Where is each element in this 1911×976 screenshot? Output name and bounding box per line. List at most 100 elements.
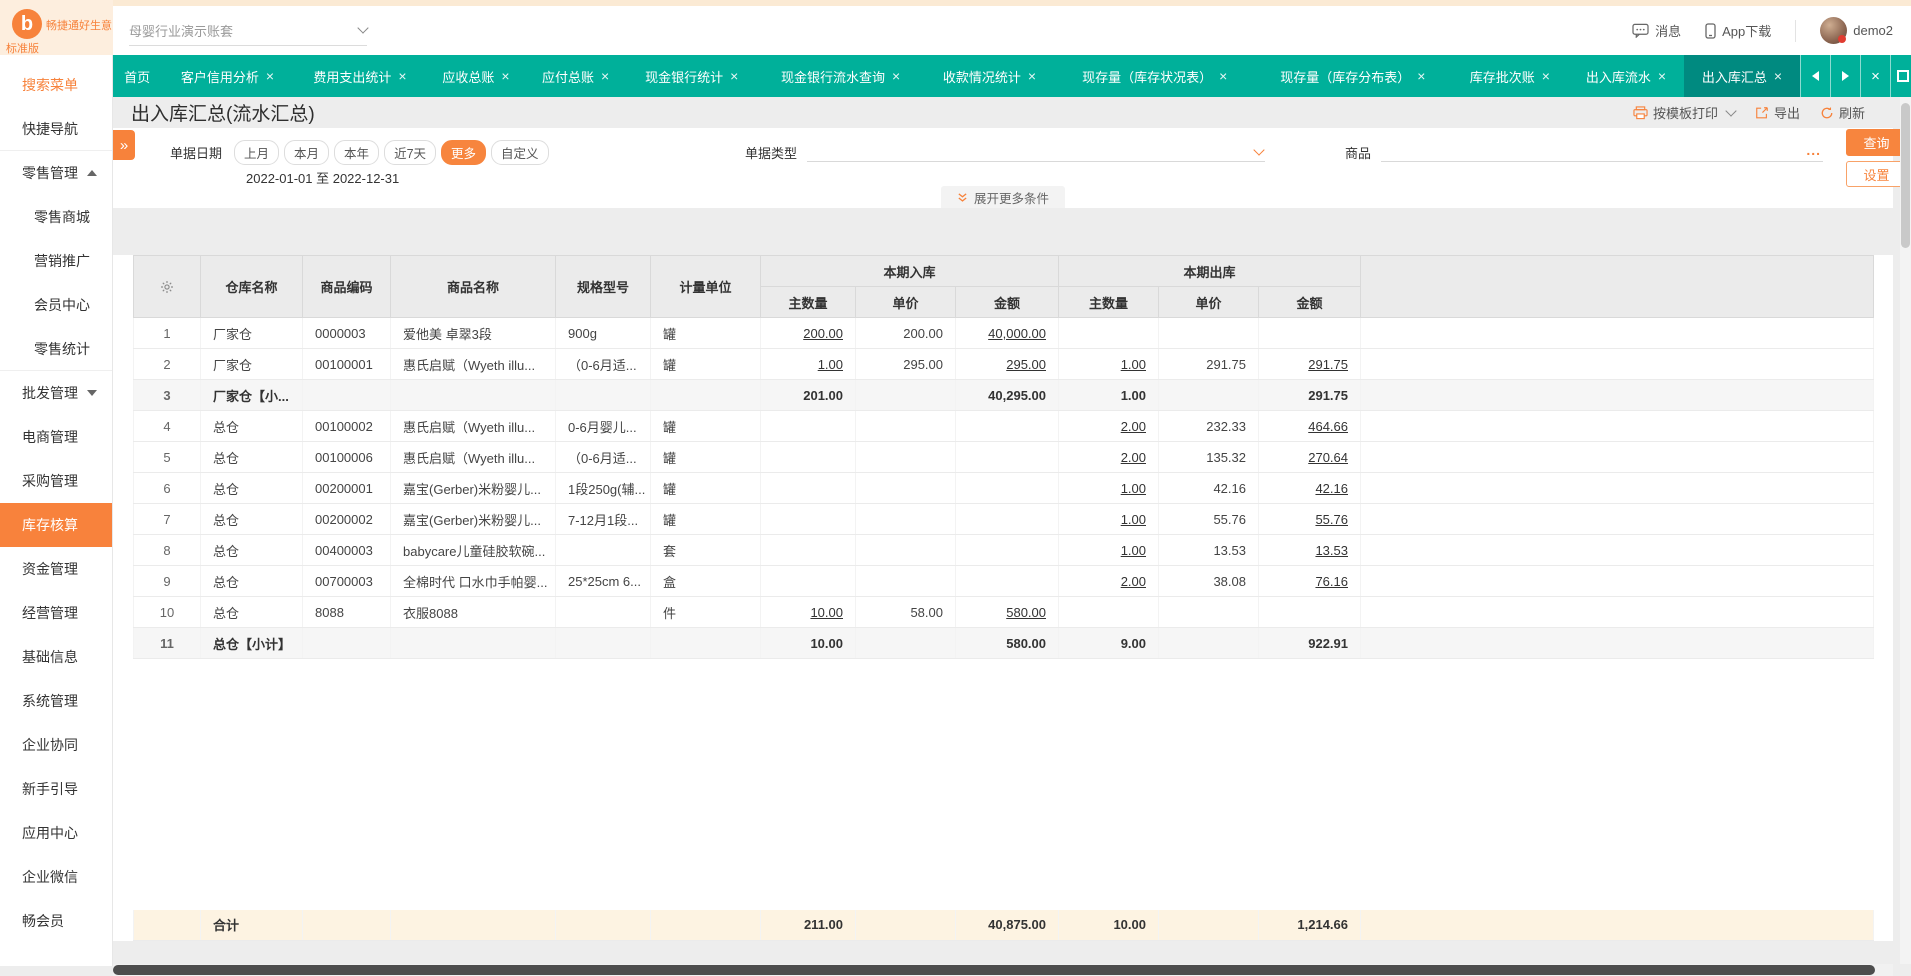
- tab-close-icon[interactable]: ×: [1542, 68, 1550, 84]
- drill-down-link[interactable]: 40,000.00: [988, 326, 1046, 341]
- table-row-subtotal[interactable]: 3 厂家仓【小... 201.00 40,295.00 1.00 291.75: [133, 379, 1874, 411]
- vertical-scrollbar-thumb[interactable]: [1901, 103, 1910, 248]
- drill-down-link[interactable]: 2.00: [1121, 450, 1146, 465]
- ellipsis-picker-icon[interactable]: ...: [1806, 142, 1821, 158]
- sidebar-item[interactable]: 畅会员: [0, 899, 112, 943]
- doc-type-input[interactable]: [807, 140, 1265, 162]
- tab-item[interactable]: 收款情况统计 ×: [923, 55, 1055, 97]
- sidebar-item[interactable]: 快捷导航: [0, 107, 112, 151]
- drill-down-link[interactable]: 2.00: [1121, 419, 1146, 434]
- tab-close-icon[interactable]: ×: [601, 68, 609, 84]
- tabs-scroll-left-button[interactable]: [1800, 55, 1830, 97]
- tabs-fullscreen-button[interactable]: [1890, 55, 1911, 97]
- tab-item[interactable]: 应付总账 ×: [526, 55, 626, 97]
- horizontal-scrollbar-thumb[interactable]: [113, 965, 1875, 975]
- tab-close-icon[interactable]: ×: [1417, 68, 1425, 84]
- table-row[interactable]: 7 总仓 00200002 嘉宝(Gerber)米粉婴儿... 7-12月1段... 罐 1…: [133, 503, 1874, 535]
- tab-item[interactable]: 现存量（库存状况表） ×: [1056, 55, 1254, 97]
- refresh-button[interactable]: 刷新: [1820, 103, 1865, 122]
- date-range-value[interactable]: 2022-01-01 至 2022-12-31: [246, 168, 554, 187]
- tab-close-icon[interactable]: ×: [501, 68, 509, 84]
- vertical-scrollbar[interactable]: [1900, 97, 1911, 964]
- sidebar-item[interactable]: 基础信息: [0, 635, 112, 679]
- drill-down-link[interactable]: 1.00: [818, 357, 843, 372]
- tab-item[interactable]: 现存量（库存分布表） ×: [1254, 55, 1452, 97]
- date-pill[interactable]: 自定义: [491, 140, 549, 165]
- sidebar-item[interactable]: 新手引导: [0, 767, 112, 811]
- sidebar-item[interactable]: 搜索菜单: [0, 63, 112, 107]
- drill-down-link[interactable]: 2.00: [1121, 574, 1146, 589]
- sidebar-item[interactable]: 零售管理: [0, 151, 112, 195]
- sidebar-item[interactable]: 零售商城: [0, 195, 112, 239]
- sidebar-item[interactable]: 企业协同: [0, 723, 112, 767]
- horizontal-scrollbar[interactable]: [113, 964, 1893, 976]
- sidebar-item[interactable]: 企业微信: [0, 855, 112, 899]
- sidebar-item[interactable]: 库存核算: [0, 503, 112, 547]
- sidebar-item[interactable]: 会员中心: [0, 283, 112, 327]
- tabs-close-button[interactable]: ×: [1860, 55, 1890, 97]
- sidebar-item[interactable]: 批发管理: [0, 371, 112, 415]
- drill-down-link[interactable]: 1.00: [1121, 512, 1146, 527]
- table-row[interactable]: 10 总仓 8088 衣服8088 件 10.00 58.00 580.00: [133, 596, 1874, 628]
- drill-down-link[interactable]: 464.66: [1308, 419, 1348, 434]
- table-row[interactable]: 6 总仓 00200001 嘉宝(Gerber)米粉婴儿... 1段250g(辅... 罐…: [133, 472, 1874, 504]
- tab-item[interactable]: 费用支出统计 ×: [294, 55, 426, 97]
- table-row[interactable]: 2 厂家仓 00100001 惠氏启赋（Wyeth illu... （0-6月适... 罐…: [133, 348, 1874, 380]
- column-settings-header[interactable]: [133, 255, 201, 318]
- date-pill[interactable]: 本年: [334, 140, 380, 165]
- search-button[interactable]: 查询: [1846, 129, 1907, 156]
- drill-down-link[interactable]: 42.16: [1315, 481, 1348, 496]
- date-pill[interactable]: 本月: [284, 140, 330, 165]
- tab-item[interactable]: 出入库流水 ×: [1568, 55, 1684, 97]
- table-row[interactable]: 5 总仓 00100006 惠氏启赋（Wyeth illu... （0-6月适... 罐 2…: [133, 441, 1874, 473]
- table-row[interactable]: 4 总仓 00100002 惠氏启赋（Wyeth illu... 0-6月婴儿... 罐 2…: [133, 410, 1874, 442]
- tabs-scroll-right-button[interactable]: [1830, 55, 1860, 97]
- drill-down-link[interactable]: 1.00: [1121, 543, 1146, 558]
- tab-close-icon[interactable]: ×: [1028, 68, 1036, 84]
- tab-active[interactable]: 出入库汇总 ×: [1683, 55, 1800, 97]
- tab-close-icon[interactable]: ×: [398, 68, 406, 84]
- sidebar-item[interactable]: 采购管理: [0, 459, 112, 503]
- drill-down-link[interactable]: 270.64: [1308, 450, 1348, 465]
- table-row[interactable]: 8 总仓 00400003 babycare儿童硅胶软碗... 套 1.00 13.53 13…: [133, 534, 1874, 566]
- tab-close-icon[interactable]: ×: [1219, 68, 1227, 84]
- messages-button[interactable]: 消息: [1632, 21, 1681, 40]
- tab-close-icon[interactable]: ×: [892, 68, 900, 84]
- drill-down-link[interactable]: 1.00: [1121, 357, 1146, 372]
- table-row[interactable]: 1 厂家仓 0000003 爱他美 卓翠3段 900g 罐 200.00 200.00 40,0…: [133, 317, 1874, 349]
- collapse-filter-button[interactable]: »: [113, 130, 135, 160]
- sidebar-item[interactable]: 经营管理: [0, 591, 112, 635]
- sidebar-item[interactable]: 资金管理: [0, 547, 112, 591]
- drill-down-link[interactable]: 55.76: [1315, 512, 1348, 527]
- tab-close-icon[interactable]: ×: [1658, 68, 1666, 84]
- settings-button[interactable]: 设置: [1846, 161, 1907, 187]
- tab-close-icon[interactable]: ×: [1774, 68, 1782, 84]
- drill-down-link[interactable]: 76.16: [1315, 574, 1348, 589]
- date-pill[interactable]: 更多: [441, 140, 487, 165]
- tab-close-icon[interactable]: ×: [730, 68, 738, 84]
- drill-down-link[interactable]: 580.00: [1006, 605, 1046, 620]
- sidebar-item[interactable]: 零售统计: [0, 327, 112, 371]
- tab-close-icon[interactable]: ×: [266, 68, 274, 84]
- drill-down-link[interactable]: 291.75: [1308, 357, 1348, 372]
- export-button[interactable]: 导出: [1755, 103, 1800, 122]
- account-selector[interactable]: 母婴行业演示账套: [129, 16, 369, 46]
- sidebar-item[interactable]: 系统管理: [0, 679, 112, 723]
- tab-item[interactable]: 应收总账 ×: [426, 55, 526, 97]
- drill-down-link[interactable]: 295.00: [1006, 357, 1046, 372]
- sidebar-item[interactable]: 营销推广: [0, 239, 112, 283]
- date-pill[interactable]: 近7天: [384, 140, 437, 165]
- table-row[interactable]: 9 总仓 00700003 全棉时代 口水巾手帕婴... 25*25cm 6... 盒 2.…: [133, 565, 1874, 597]
- tab-item[interactable]: 首页: [113, 55, 161, 97]
- expand-more-conditions-button[interactable]: 展开更多条件: [940, 186, 1066, 208]
- sidebar-item[interactable]: 电商管理: [0, 415, 112, 459]
- tab-item[interactable]: 现金银行统计 ×: [625, 55, 757, 97]
- date-pill[interactable]: 上月: [234, 140, 280, 165]
- user-menu[interactable]: demo2: [1820, 17, 1893, 44]
- tab-item[interactable]: 现金银行流水查询 ×: [758, 55, 923, 97]
- app-download-button[interactable]: App下载: [1705, 21, 1771, 40]
- drill-down-link[interactable]: 200.00: [803, 326, 843, 341]
- drill-down-link[interactable]: 13.53: [1315, 543, 1348, 558]
- drill-down-link[interactable]: 1.00: [1121, 481, 1146, 496]
- sidebar-item[interactable]: 应用中心: [0, 811, 112, 855]
